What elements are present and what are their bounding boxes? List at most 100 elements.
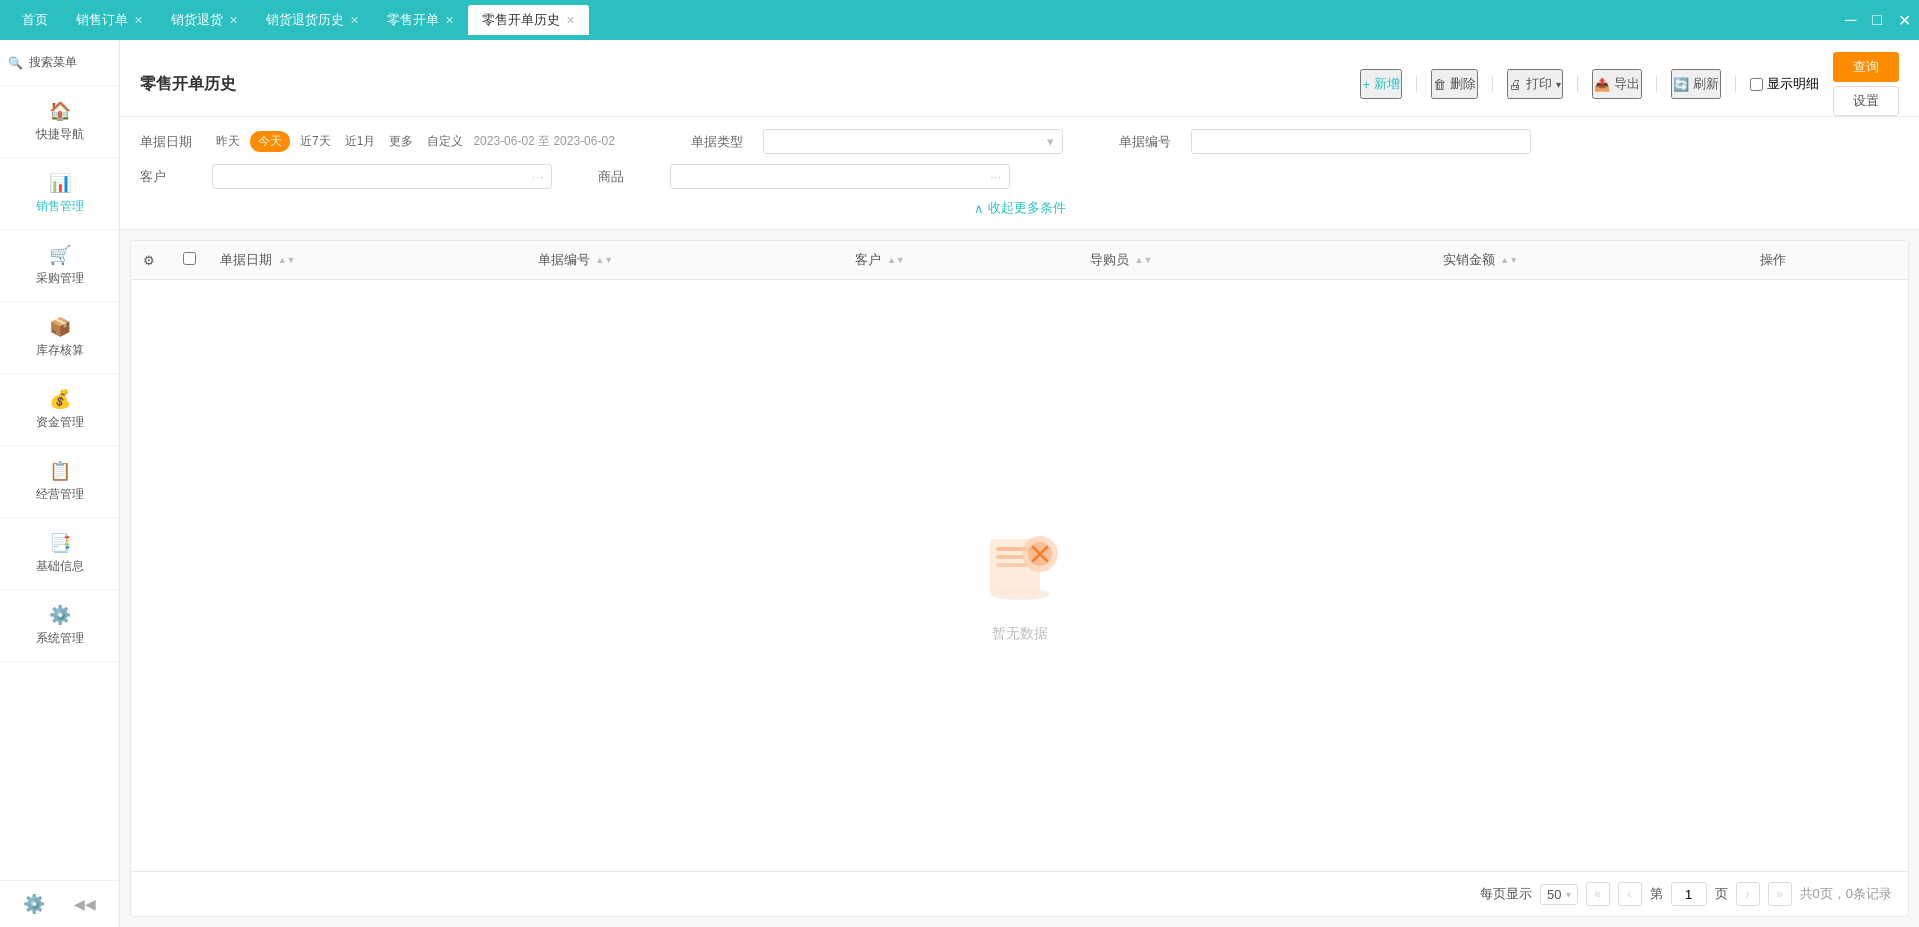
toolbar-divider-5	[1735, 76, 1736, 92]
tab-retail-open-history[interactable]: 零售开单历史 ✕	[468, 5, 589, 35]
col-customer-sort[interactable]: ▲▼	[887, 256, 905, 265]
window-close-icon[interactable]: ✕	[1898, 11, 1911, 30]
sidebar-item-operations[interactable]: 📋 经营管理	[0, 446, 119, 518]
sidebar-item-finance[interactable]: 💰 资金管理	[0, 374, 119, 446]
number-input[interactable]	[1191, 129, 1531, 154]
home-icon: 🏠	[49, 100, 71, 122]
pagination: 每页显示 50 ▾ « ‹ 第 页 › » 共0页，0条记录	[131, 871, 1908, 916]
page-next-btn[interactable]: ›	[1736, 882, 1760, 906]
sidebar-bottom: ⚙️ ◀◀	[0, 880, 119, 927]
window-maximize-icon[interactable]: □	[1872, 11, 1882, 29]
page-input[interactable]	[1671, 882, 1707, 906]
col-amount-sort[interactable]: ▲▼	[1500, 256, 1518, 265]
date-range: 2023-06-02 至 2023-06-02	[473, 133, 614, 150]
settings-button[interactable]: 设置	[1833, 86, 1899, 116]
tab-retail-open-close[interactable]: ✕	[445, 14, 454, 27]
page-prefix: 第	[1650, 885, 1663, 903]
date-opt-more[interactable]: 更多	[385, 131, 417, 152]
sidebar-item-finance-label: 资金管理	[36, 414, 84, 431]
page-prev-btn[interactable]: ‹	[1618, 882, 1642, 906]
tab-home-label: 首页	[22, 11, 48, 29]
page-title: 零售开单历史	[140, 74, 236, 95]
main-layout: 🔍 搜索菜单 🏠 快捷导航 📊 销售管理 🛒 采购管理 📦 库存核算 💰 资金管…	[0, 40, 1919, 927]
doc-icon: 📑	[49, 532, 71, 554]
sidebar-item-system[interactable]: ⚙️ 系统管理	[0, 590, 119, 662]
display-detail-checkbox[interactable]	[1750, 78, 1763, 91]
print-button[interactable]: 🖨 打印 ▾	[1507, 69, 1563, 99]
date-opt-today[interactable]: 今天	[250, 131, 290, 152]
type-label: 单据类型	[691, 133, 747, 151]
sidebar-search-label: 搜索菜单	[29, 54, 77, 71]
col-salesperson-sort[interactable]: ▲▼	[1135, 256, 1153, 265]
tab-sales-return-close[interactable]: ✕	[229, 14, 238, 27]
tab-retail-open[interactable]: 零售开单 ✕	[373, 5, 468, 35]
settings-bottom-icon[interactable]: ⚙️	[23, 893, 45, 915]
col-date-sort[interactable]: ▲▼	[278, 256, 296, 265]
customer-ellipsis-icon: ···	[532, 169, 543, 184]
delete-button[interactable]: 🗑 删除	[1431, 69, 1478, 99]
col-settings: ⚙	[131, 241, 171, 280]
date-opt-custom[interactable]: 自定义	[423, 131, 467, 152]
page-last-btn[interactable]: »	[1768, 882, 1792, 906]
svg-rect-3	[996, 555, 1024, 559]
sidebar: 🔍 搜索菜单 🏠 快捷导航 📊 销售管理 🛒 采购管理 📦 库存核算 💰 资金管…	[0, 40, 120, 927]
tab-sales-return-history[interactable]: 销货退货历史 ✕	[252, 5, 373, 35]
tab-sales-order-label: 销售订单	[76, 11, 128, 29]
col-amount: 实销金额 ▲▼	[1431, 241, 1749, 280]
type-select-arrow: ▾	[1047, 134, 1054, 149]
collapse-btn[interactable]: ∧ 收起更多条件	[974, 199, 1066, 217]
col-number-sort[interactable]: ▲▼	[595, 256, 613, 265]
refresh-button[interactable]: 🔄 刷新	[1671, 69, 1721, 99]
sidebar-search[interactable]: 🔍 搜索菜单	[0, 40, 119, 86]
content-area: 零售开单历史 + 新增 🗑 删除 🖨 打印 ▾ 📤 导出	[120, 40, 1919, 927]
cart-icon: 🛒	[49, 244, 71, 266]
sidebar-item-inventory-label: 库存核算	[36, 342, 84, 359]
svg-rect-4	[996, 563, 1028, 567]
window-minimize-icon[interactable]: ─	[1845, 11, 1856, 29]
col-empty	[1354, 241, 1431, 280]
filter-area: 单据日期 昨天 今天 近7天 近1月 更多 自定义 2023-06-02 至 2…	[120, 117, 1919, 230]
delete-icon: 🗑	[1433, 77, 1446, 92]
customer-input[interactable]: ···	[212, 164, 552, 189]
add-button[interactable]: + 新增	[1360, 69, 1402, 99]
date-opt-7days[interactable]: 近7天	[296, 131, 335, 152]
type-select[interactable]: ▾	[763, 129, 1063, 154]
page-size-value: 50	[1547, 887, 1561, 902]
sidebar-item-purchase-mgmt[interactable]: 🛒 采购管理	[0, 230, 119, 302]
sidebar-item-quick-nav-label: 快捷导航	[36, 126, 84, 143]
col-number-label: 单据编号	[538, 252, 590, 267]
tab-home[interactable]: 首页	[8, 5, 62, 35]
col-gear-icon[interactable]: ⚙	[143, 253, 155, 268]
query-settings-buttons: 查询 设置	[1833, 52, 1899, 116]
export-button[interactable]: 📤 导出	[1592, 69, 1642, 99]
tab-sales-order[interactable]: 销售订单 ✕	[62, 5, 157, 35]
tab-sales-order-close[interactable]: ✕	[134, 14, 143, 27]
page-header: 零售开单历史 + 新增 🗑 删除 🖨 打印 ▾ 📤 导出	[120, 40, 1919, 117]
tab-sales-return[interactable]: 销货退货 ✕	[157, 5, 252, 35]
col-amount-label: 实销金额	[1443, 252, 1495, 267]
col-checkbox	[171, 241, 208, 280]
page-size-select[interactable]: 50 ▾	[1540, 884, 1577, 905]
top-tabbar: 首页 销售订单 ✕ 销货退货 ✕ 销货退货历史 ✕ 零售开单 ✕ 零售开单历史 …	[0, 0, 1919, 40]
print-label: 打印	[1526, 75, 1552, 93]
sidebar-item-inventory[interactable]: 📦 库存核算	[0, 302, 119, 374]
delete-label: 删除	[1450, 75, 1476, 93]
page-first-btn[interactable]: «	[1586, 882, 1610, 906]
page-suffix: 页	[1715, 885, 1728, 903]
customer-label: 客户	[140, 168, 196, 186]
tab-retail-open-label: 零售开单	[387, 11, 439, 29]
sidebar-item-sales-mgmt[interactable]: 📊 销售管理	[0, 158, 119, 230]
col-salesperson-label: 导购员	[1090, 252, 1129, 267]
sidebar-item-basic-info[interactable]: 📑 基础信息	[0, 518, 119, 590]
product-input[interactable]: ···	[670, 164, 1010, 189]
tab-retail-open-history-close[interactable]: ✕	[566, 14, 575, 27]
display-detail-checkbox-label[interactable]: 显示明细	[1750, 75, 1819, 93]
query-button[interactable]: 查询	[1833, 52, 1899, 82]
tab-sales-return-history-close[interactable]: ✕	[350, 14, 359, 27]
select-all-checkbox[interactable]	[183, 252, 196, 265]
date-opt-yesterday[interactable]: 昨天	[212, 131, 244, 152]
sidebar-item-quick-nav[interactable]: 🏠 快捷导航	[0, 86, 119, 158]
collapse-sidebar-icon[interactable]: ◀◀	[74, 896, 96, 912]
date-opt-1month[interactable]: 近1月	[341, 131, 380, 152]
sidebar-item-operations-label: 经营管理	[36, 486, 84, 503]
